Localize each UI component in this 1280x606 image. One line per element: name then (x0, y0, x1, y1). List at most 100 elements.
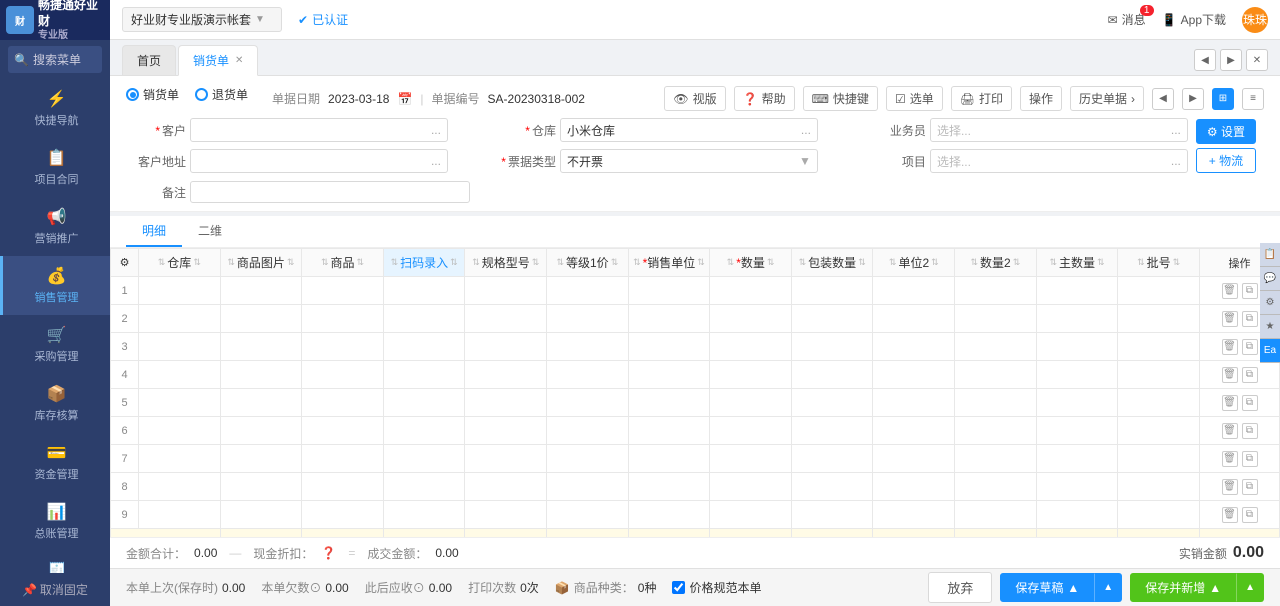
table-cell[interactable] (465, 501, 547, 529)
table-cell[interactable] (1118, 417, 1200, 445)
table-cell[interactable] (465, 445, 547, 473)
warehouse-ellipsis-icon[interactable]: ... (801, 123, 811, 137)
discount-help-icon[interactable]: ❓ (321, 546, 336, 560)
float-btn-5[interactable]: Ea (1260, 339, 1280, 363)
radio-sales[interactable]: 销货单 (126, 86, 179, 103)
table-cell[interactable] (383, 389, 465, 417)
message-action[interactable]: ✉ 消息 1 (1108, 11, 1146, 28)
table-cell[interactable] (1036, 277, 1118, 305)
table-cell[interactable] (302, 361, 384, 389)
float-btn-1[interactable]: 📋 (1260, 243, 1280, 267)
project-input[interactable]: 选择... ... (930, 149, 1188, 173)
float-btn-2[interactable]: 💬 (1260, 267, 1280, 291)
table-cell[interactable] (302, 501, 384, 529)
table-cell[interactable] (873, 277, 955, 305)
table-cell[interactable] (302, 305, 384, 333)
table-cell[interactable] (547, 473, 629, 501)
table-cell[interactable] (139, 389, 221, 417)
table-cell[interactable] (139, 277, 221, 305)
table-cell[interactable] (302, 473, 384, 501)
table-cell[interactable] (873, 305, 955, 333)
table-cell[interactable] (1036, 305, 1118, 333)
table-cell[interactable] (139, 445, 221, 473)
sort-asc-icon[interactable]: ⇅ (193, 257, 201, 268)
user-avatar[interactable]: 珠珠 (1242, 7, 1268, 33)
table-cell[interactable] (628, 445, 710, 473)
sidebar-item-kuaijie[interactable]: ⚡ 快捷导航 (0, 79, 110, 138)
table-cell[interactable] (465, 361, 547, 389)
sidebar-item-xiangmu[interactable]: 📋 项目合同 (0, 138, 110, 197)
table-cell[interactable] (547, 333, 629, 361)
row-delete-button[interactable]: 🗑 (1222, 507, 1238, 523)
table-cell[interactable] (628, 333, 710, 361)
table-cell[interactable] (383, 445, 465, 473)
table-cell[interactable] (139, 333, 221, 361)
save-new-arrow-button[interactable]: ▲ (1236, 573, 1264, 602)
table-cell[interactable] (220, 501, 302, 529)
table-cell[interactable] (1118, 305, 1200, 333)
table-cell[interactable] (955, 305, 1037, 333)
table-cell[interactable] (383, 361, 465, 389)
table-cell[interactable] (873, 333, 955, 361)
table-cell[interactable] (465, 389, 547, 417)
table-cell[interactable] (710, 333, 792, 361)
search-button[interactable]: 🔍 搜索菜单 (8, 46, 102, 73)
table-cell[interactable] (383, 417, 465, 445)
row-delete-button[interactable]: 🗑 (1222, 283, 1238, 299)
table-cell[interactable] (791, 445, 873, 473)
table-cell[interactable] (628, 473, 710, 501)
table-cell[interactable] (465, 305, 547, 333)
sidebar-search[interactable]: 🔍 搜索菜单 (0, 40, 110, 79)
view-button[interactable]: 👁视版 (664, 86, 725, 111)
sort-img-icon[interactable]: ⇅ (227, 257, 235, 268)
settings-btn[interactable]: ⚙ 设置 (1196, 119, 1256, 144)
app-download-action[interactable]: 📱 App下载 (1162, 11, 1226, 28)
table-cell[interactable] (220, 473, 302, 501)
calendar-icon[interactable]: 📅 (397, 92, 412, 106)
sidebar-item-zhangwu[interactable]: 📊 总账管理 (0, 492, 110, 551)
table-cell[interactable] (1118, 445, 1200, 473)
table-cell[interactable] (791, 501, 873, 529)
table-cell[interactable] (628, 501, 710, 529)
table-cell[interactable] (628, 361, 710, 389)
form-list-button[interactable]: ≡ (1242, 88, 1264, 110)
form-next-button[interactable]: ▶ (1182, 88, 1204, 110)
project-ellipsis-icon[interactable]: ... (1171, 154, 1181, 168)
row-delete-button[interactable]: 🗑 (1222, 367, 1238, 383)
sidebar-item-zijin[interactable]: 💳 资金管理 (0, 433, 110, 492)
row-copy-button[interactable]: ⧉ (1242, 479, 1258, 495)
table-cell[interactable] (465, 277, 547, 305)
table-cell[interactable] (547, 277, 629, 305)
row-copy-button[interactable]: ⧉ (1242, 339, 1258, 355)
table-cell[interactable] (791, 277, 873, 305)
tab-next-button[interactable]: ▶ (1220, 49, 1242, 71)
row-delete-button[interactable]: 🗑 (1222, 451, 1238, 467)
table-cell[interactable] (791, 389, 873, 417)
table-cell[interactable] (1118, 333, 1200, 361)
price-norm-check-input[interactable] (672, 581, 685, 594)
table-cell[interactable] (710, 389, 792, 417)
table-cell[interactable] (1036, 417, 1118, 445)
table-cell[interactable] (302, 417, 384, 445)
table-cell[interactable] (547, 501, 629, 529)
table-cell[interactable] (302, 445, 384, 473)
row-delete-button[interactable]: 🗑 (1222, 311, 1238, 327)
table-cell[interactable] (1036, 501, 1118, 529)
table-cell[interactable] (1118, 389, 1200, 417)
table-cell[interactable] (710, 361, 792, 389)
table-cell[interactable] (791, 361, 873, 389)
table-cell[interactable] (547, 389, 629, 417)
row-delete-button[interactable]: 🗑 (1222, 479, 1238, 495)
table-cell[interactable] (955, 277, 1037, 305)
abandon-button[interactable]: 放弃 (928, 572, 992, 603)
table-cell[interactable] (1118, 277, 1200, 305)
table-cell[interactable] (791, 473, 873, 501)
table-cell[interactable] (955, 445, 1037, 473)
sort-icon[interactable]: ⇅ (158, 257, 166, 268)
tab-close-all-button[interactable]: ✕ (1246, 49, 1268, 71)
save-draft-button[interactable]: 保存草稿 ▲ (1000, 573, 1094, 602)
table-cell[interactable] (547, 445, 629, 473)
warehouse-input[interactable]: 小米仓库 ... (560, 118, 818, 142)
radio-return[interactable]: 退货单 (195, 86, 248, 103)
invoice-select[interactable]: 不开票 ▼ (560, 149, 818, 173)
